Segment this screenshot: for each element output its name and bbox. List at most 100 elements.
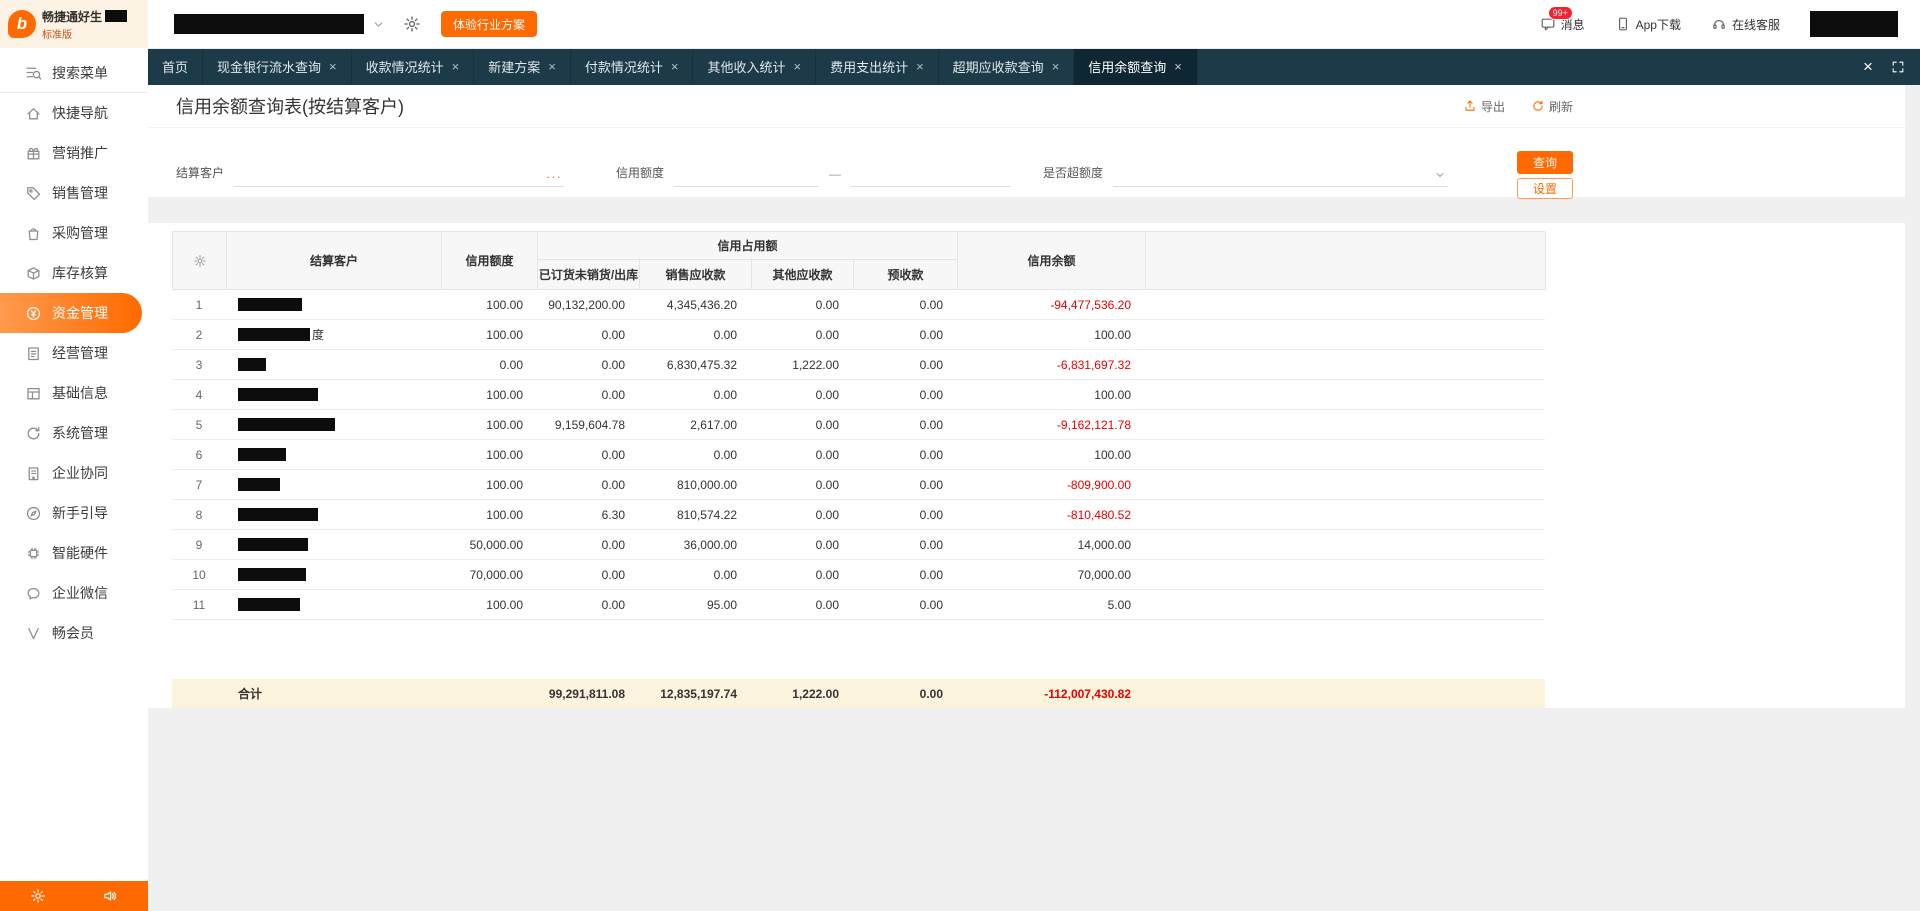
- sidebar-item-label: 智能硬件: [52, 545, 108, 561]
- settings-button[interactable]: 设置: [1517, 177, 1573, 199]
- sales-icon: [25, 185, 42, 202]
- gear-icon[interactable]: [403, 15, 421, 33]
- sidebar-item-purchase[interactable]: 采购管理: [0, 213, 148, 253]
- table-row[interactable]: 5 100.00 9,159,604.78 2,617.00 0.00 0.00 -9,16…: [172, 410, 1545, 440]
- table-cell: 100.00: [957, 320, 1145, 350]
- sidebar-item-sales[interactable]: 销售管理: [0, 173, 148, 213]
- company-selector[interactable]: [174, 14, 364, 34]
- chevron-down-icon[interactable]: [372, 18, 385, 31]
- trial-industry-plan-button[interactable]: 体验行业方案: [441, 11, 538, 37]
- tab-信用余额查询[interactable]: 信用余额查询 ×: [1074, 48, 1197, 85]
- table-cell: -6,831,697.32: [957, 350, 1145, 380]
- over-limit-select[interactable]: [1113, 160, 1449, 187]
- export-button[interactable]: 导出: [1463, 98, 1505, 115]
- table-row[interactable]: 6 100.00 0.00 0.00 0.00 0.00 100.00: [172, 440, 1545, 470]
- sidebar-item-label: 销售管理: [52, 185, 108, 201]
- tab-label: 其他收入统计: [707, 60, 786, 75]
- table-cell: 4,345,436.20: [639, 290, 751, 320]
- table-row[interactable]: 3 0.00 0.00 6,830,475.32 1,222.00 0.00 -6,831,…: [172, 350, 1545, 380]
- column-settings-button[interactable]: [173, 232, 227, 290]
- table-row[interactable]: 10 70,000.00 0.00 0.00 0.00 0.00 70,000.00: [172, 560, 1545, 590]
- tab-现金银行流水查询[interactable]: 现金银行流水查询 ×: [203, 48, 352, 85]
- table-row[interactable]: 2 度 100.00 0.00 0.00 0.00 0.00 100.00: [172, 320, 1545, 350]
- table-row[interactable]: 4 100.00 0.00 0.00 0.00 0.00 100.00: [172, 380, 1545, 410]
- tab-close-icon[interactable]: ×: [793, 59, 801, 74]
- table-cell: 0.00: [853, 320, 957, 350]
- chevron-down-icon[interactable]: [1434, 169, 1446, 181]
- settings-gear-icon[interactable]: [30, 888, 46, 904]
- guide-icon: [25, 505, 42, 522]
- table-cell: 0.00: [639, 440, 751, 470]
- sidebar-item-search-menu[interactable]: 搜索菜单: [0, 53, 148, 93]
- more-options-icon[interactable]: ···: [546, 170, 562, 183]
- tab-超期应收款查询[interactable]: 超期应收款查询 ×: [939, 48, 1075, 85]
- query-button[interactable]: 查询: [1517, 150, 1573, 174]
- sidebar-item-hardware[interactable]: 智能硬件: [0, 533, 148, 573]
- tab-close-icon[interactable]: ×: [916, 59, 924, 74]
- announcement-speaker-icon[interactable]: [102, 888, 118, 904]
- sidebar-item-business[interactable]: 经营管理: [0, 333, 148, 373]
- table-row[interactable]: 8 100.00 6.30 810,574.22 0.00 0.00 -810,480.52: [172, 500, 1545, 530]
- tab-close-icon[interactable]: ×: [671, 59, 679, 74]
- cell-customer-name: 度: [226, 320, 441, 350]
- messages-button[interactable]: 99+ 消息: [1540, 5, 1585, 33]
- tab-其他收入统计[interactable]: 其他收入统计 ×: [693, 48, 817, 85]
- tab-close-icon[interactable]: ×: [1174, 59, 1182, 74]
- tab-label: 现金银行流水查询: [217, 60, 322, 75]
- table-cell: 10: [172, 560, 226, 590]
- page-content: 信用余额查询表(按结算客户) 导出 刷新 结算客户 ··· 信用额度 — 是否超…: [148, 85, 1920, 911]
- range-dash: —: [829, 166, 842, 181]
- tab-新建方案[interactable]: 新建方案 ×: [474, 48, 571, 85]
- sidebar-item-guide[interactable]: 新手引导: [0, 493, 148, 533]
- table-cell: 8: [172, 500, 226, 530]
- table-cell: 95.00: [639, 590, 751, 620]
- table-cell: 0.00: [751, 560, 853, 590]
- table-cell: 36,000.00: [639, 530, 751, 560]
- tab-close-icon[interactable]: ×: [452, 59, 460, 74]
- close-all-tabs-icon[interactable]: ×: [1854, 53, 1882, 81]
- tab-actions: ×: [1854, 48, 1920, 85]
- sidebar-item-marketing[interactable]: 营销推广: [0, 133, 148, 173]
- tab-list: 首页 现金银行流水查询 × 收款情况统计 × 新建方案 × 付款情况统计 × 其他收入统计 × 费用支…: [148, 48, 1197, 85]
- table-row[interactable]: 11 100.00 0.00 95.00 0.00 0.00 5.00: [172, 590, 1545, 620]
- table-cell: 0.00: [639, 560, 751, 590]
- user-account-area[interactable]: [1810, 11, 1898, 37]
- credit-max-input[interactable]: [851, 160, 1012, 187]
- sidebar-item-member[interactable]: 畅会员: [0, 613, 148, 653]
- tab-收款情况统计[interactable]: 收款情况统计 ×: [352, 48, 475, 85]
- app-download-button[interactable]: App下载: [1615, 16, 1681, 33]
- tab-label: 新建方案: [488, 60, 541, 75]
- tab-付款情况统计[interactable]: 付款情况统计 ×: [571, 48, 694, 85]
- table-cell: [1145, 470, 1545, 500]
- topbar: 体验行业方案 99+ 消息 App下载 在线客服: [148, 0, 1920, 48]
- refresh-button[interactable]: 刷新: [1531, 98, 1573, 115]
- customer-input[interactable]: [234, 160, 565, 187]
- sidebar-item-collaboration[interactable]: 企业协同: [0, 453, 148, 493]
- table-row[interactable]: 7 100.00 0.00 810,000.00 0.00 0.00 -809,900.00: [172, 470, 1545, 500]
- table-row[interactable]: 1 100.00 90,132,200.00 4,345,436.20 0.00 0.00…: [172, 290, 1545, 320]
- tab-费用支出统计[interactable]: 费用支出统计 ×: [816, 48, 939, 85]
- redacted-text: [238, 298, 302, 311]
- credit-min-input[interactable]: [674, 160, 820, 187]
- table-cell: -9,162,121.78: [957, 410, 1145, 440]
- table-row[interactable]: 9 50,000.00 0.00 36,000.00 0.00 0.00 14,000.00: [172, 530, 1545, 560]
- table-cell: 0.00: [853, 530, 957, 560]
- brand-edition: 标准版: [42, 29, 72, 41]
- sidebar-item-quick-nav[interactable]: 快捷导航: [0, 93, 148, 133]
- fullscreen-icon[interactable]: [1884, 53, 1912, 81]
- sidebar-item-funds[interactable]: 资金管理: [0, 293, 142, 333]
- tab-首页[interactable]: 首页: [148, 48, 204, 85]
- online-service-button[interactable]: 在线客服: [1711, 16, 1780, 33]
- business-icon: [25, 345, 42, 362]
- table-cell: 90,132,200.00: [537, 290, 639, 320]
- table-cell: 0.00: [537, 350, 639, 380]
- sidebar-item-wechat[interactable]: 企业微信: [0, 573, 148, 613]
- sidebar-item-inventory[interactable]: 库存核算: [0, 253, 148, 293]
- tab-close-icon[interactable]: ×: [1052, 59, 1060, 74]
- sidebar-item-system[interactable]: 系统管理: [0, 413, 148, 453]
- tab-close-icon[interactable]: ×: [329, 59, 337, 74]
- tab-close-icon[interactable]: ×: [548, 59, 556, 74]
- sidebar-item-basic-info[interactable]: 基础信息: [0, 373, 148, 413]
- sidebar-item-label: 采购管理: [52, 225, 108, 241]
- table-cell: 0.00: [751, 290, 853, 320]
